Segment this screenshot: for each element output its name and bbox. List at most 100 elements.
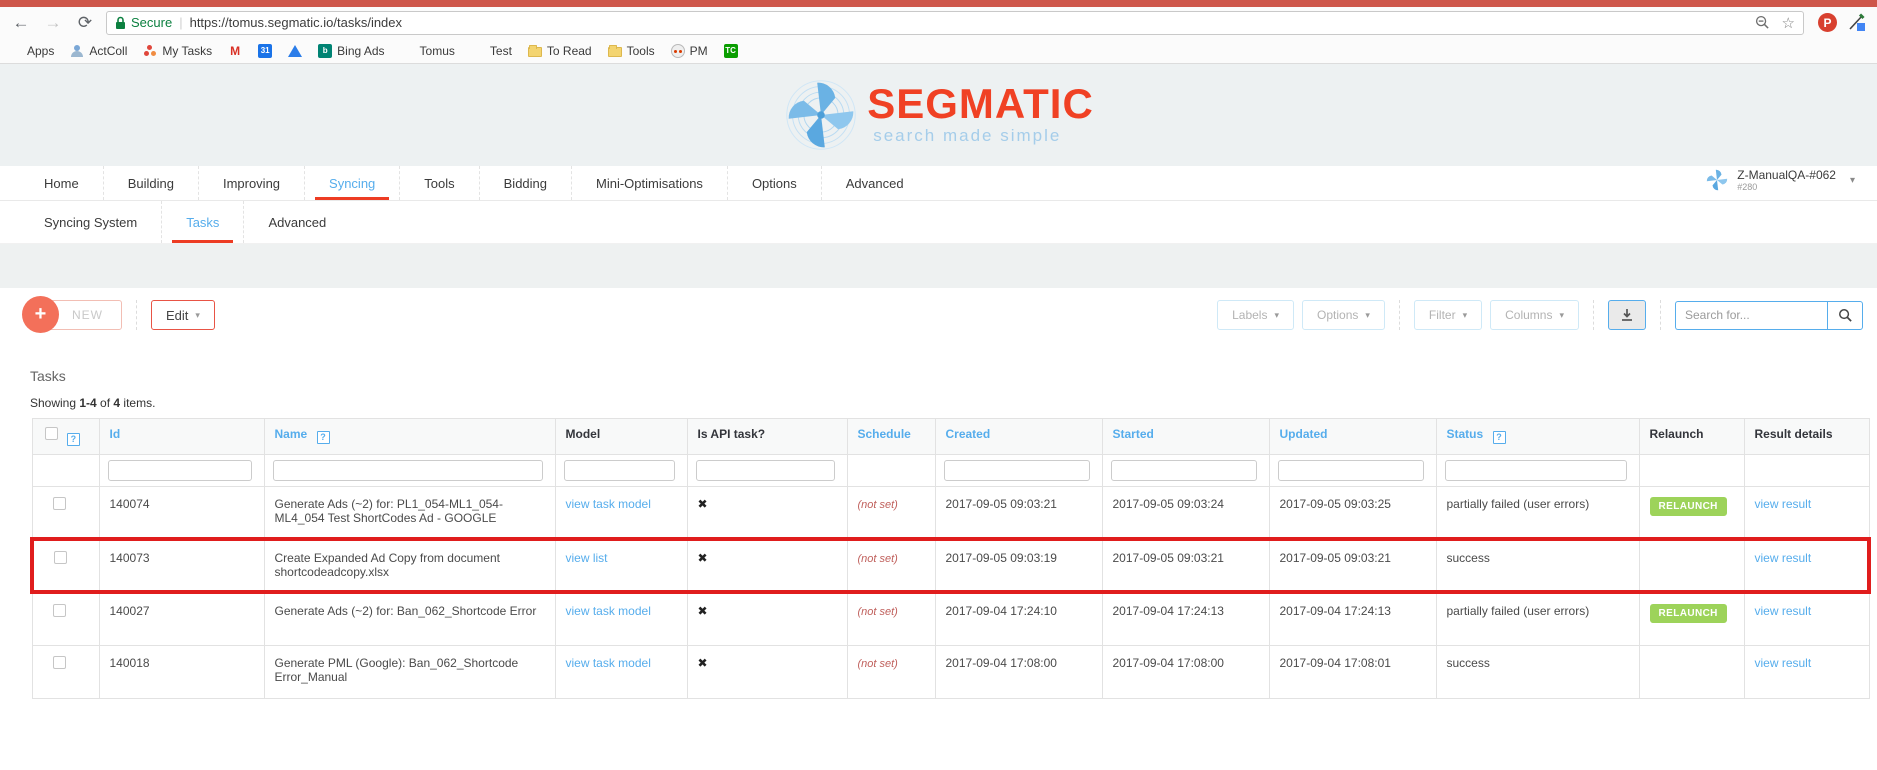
- column-header-created[interactable]: Created: [934, 418, 1103, 455]
- tab-improving[interactable]: Improving: [197, 166, 304, 200]
- row-checkbox[interactable]: [54, 551, 67, 564]
- tab-syncing[interactable]: Syncing: [304, 166, 399, 200]
- address-bar[interactable]: Secure | https://tomus.segmatic.io/tasks…: [106, 10, 1804, 35]
- subtab-tasks[interactable]: Tasks: [161, 201, 243, 243]
- tab-building[interactable]: Building: [102, 166, 198, 200]
- edit-button[interactable]: Edit ▾: [151, 300, 215, 330]
- tab-advanced[interactable]: Advanced: [820, 166, 928, 200]
- back-icon[interactable]: ←: [10, 13, 32, 33]
- user-avatar-pinwheel-icon: [1707, 169, 1728, 191]
- bookmark-gmail[interactable]: M: [228, 44, 242, 58]
- tab-bidding[interactable]: Bidding: [478, 166, 571, 200]
- filter-input-status[interactable]: [1444, 459, 1627, 481]
- column-header-status[interactable]: Status ?: [1435, 418, 1640, 455]
- select-all-checkbox[interactable]: [44, 427, 58, 440]
- zoom-out-icon[interactable]: [1755, 15, 1770, 30]
- tab-tools[interactable]: Tools: [399, 166, 478, 200]
- bookmark-star-icon[interactable]: ☆: [1782, 14, 1795, 32]
- reddit-favicon: [670, 43, 685, 58]
- tab-options[interactable]: Options: [726, 166, 821, 200]
- bookmark-tomus[interactable]: Tomus: [401, 44, 455, 58]
- cell-started: 2017-09-05 09:03:24: [1101, 485, 1270, 540]
- view-task-model-link[interactable]: view task model: [566, 656, 651, 670]
- filter-input-updated[interactable]: [1277, 459, 1424, 481]
- options-button[interactable]: Options ▾: [1302, 300, 1385, 330]
- colorpicker-extension-icon[interactable]: [1847, 12, 1867, 33]
- secure-chip[interactable]: Secure: [115, 15, 172, 30]
- tab-mini-optimisations[interactable]: Mini-Optimisations: [571, 166, 727, 200]
- row-checkbox[interactable]: [52, 496, 66, 510]
- new-plus-icon[interactable]: +: [22, 296, 59, 333]
- columns-button[interactable]: Columns ▾: [1490, 300, 1579, 330]
- help-icon[interactable]: ?: [316, 430, 330, 444]
- view-task-model-link[interactable]: view task model: [566, 497, 651, 511]
- header-row: ? Id Name ? Model Is API task? Schedule …: [31, 418, 1870, 455]
- filter-input-created[interactable]: [943, 459, 1090, 481]
- help-icon[interactable]: ?: [1492, 430, 1506, 444]
- chevron-down-icon: ▾: [1849, 174, 1855, 186]
- cell-name: Generate PML (Google): Ban_062_Shortcode…: [263, 644, 556, 699]
- filter-input-started[interactable]: [1110, 459, 1257, 481]
- select-all-header: ?: [31, 418, 100, 455]
- bookmark-label: Bing Ads: [337, 43, 385, 58]
- bookmark-triangle[interactable]: [288, 44, 303, 58]
- user-menu[interactable]: Z-ManualQA-#062 #280 ▾: [1705, 168, 1855, 192]
- help-icon[interactable]: ?: [66, 432, 80, 446]
- filter-input-is-api[interactable]: [695, 459, 835, 481]
- cell-schedule: (not set): [857, 606, 898, 618]
- bookmark-my-tasks[interactable]: My Tasks: [143, 44, 212, 58]
- column-header-schedule[interactable]: Schedule: [846, 418, 936, 455]
- row-checkbox[interactable]: [52, 655, 66, 669]
- view-result-link[interactable]: view result: [1755, 497, 1812, 511]
- view-list-link[interactable]: view list: [566, 551, 608, 565]
- cell-id: 140073: [98, 537, 265, 594]
- subtab-advanced[interactable]: Advanced: [243, 201, 350, 243]
- bookmark-to-read[interactable]: To Read: [527, 44, 592, 58]
- bookmark-actcoll[interactable]: ActColl: [70, 44, 127, 58]
- row-checkbox[interactable]: [52, 604, 66, 617]
- summary-text: of: [96, 396, 114, 410]
- column-header-name[interactable]: Name ?: [263, 418, 556, 455]
- subtab-syncing-system[interactable]: Syncing System: [20, 201, 161, 243]
- column-header-updated[interactable]: Updated: [1268, 418, 1437, 455]
- search-button[interactable]: [1827, 300, 1863, 330]
- view-result-link[interactable]: view result: [1755, 604, 1812, 618]
- pocket-extension-icon[interactable]: P: [1818, 13, 1837, 32]
- bookmark-tc[interactable]: TC: [723, 43, 738, 58]
- search-input[interactable]: [1675, 300, 1827, 330]
- column-header-result: Result details: [1743, 418, 1870, 455]
- view-task-model-link[interactable]: view task model: [566, 604, 651, 618]
- table-row: 140074 Generate Ads (~2) for: PL1_054-ML…: [31, 485, 1870, 540]
- filter-input-id[interactable]: [107, 459, 252, 481]
- bookmark-bing-ads[interactable]: b Bing Ads: [318, 43, 385, 58]
- relaunch-button[interactable]: RELAUNCH: [1649, 496, 1727, 516]
- column-header-started[interactable]: Started: [1101, 418, 1270, 455]
- filter-input-name[interactable]: [272, 459, 543, 481]
- bookmark-tools[interactable]: Tools: [607, 44, 655, 58]
- filter-row: [31, 453, 1870, 487]
- filter-input-model[interactable]: [563, 459, 675, 481]
- filter-button[interactable]: Filter ▾: [1413, 300, 1483, 330]
- bookmark-apps[interactable]: Apps: [8, 44, 54, 58]
- bookmark-pm[interactable]: PM: [670, 43, 708, 58]
- relaunch-button[interactable]: RELAUNCH: [1649, 604, 1727, 623]
- download-button[interactable]: [1608, 300, 1646, 330]
- folder-icon: [607, 45, 622, 57]
- bookmark-label: Test: [489, 43, 512, 58]
- refresh-icon[interactable]: ⟳: [74, 13, 96, 33]
- bookmark-test[interactable]: Test: [471, 44, 512, 58]
- tab-home[interactable]: Home: [20, 166, 103, 200]
- view-result-link[interactable]: view result: [1755, 551, 1812, 565]
- bookmark-calendar[interactable]: 31: [258, 43, 273, 58]
- url-text[interactable]: https://tomus.segmatic.io/tasks/index: [190, 15, 1748, 30]
- browser-theme-strip: [0, 0, 1877, 7]
- dots-favicon: [143, 44, 157, 58]
- view-result-link[interactable]: view result: [1755, 656, 1812, 670]
- page-title: Tasks: [30, 368, 66, 384]
- labels-button[interactable]: Labels ▾: [1217, 300, 1295, 330]
- column-header-id[interactable]: Id: [98, 418, 265, 455]
- browser-toolbar: ← → ⟳ Secure | https://tomus.segmatic.io…: [0, 7, 1877, 38]
- summary-text: Showing: [30, 396, 80, 410]
- folder-icon: [527, 45, 542, 57]
- cell-schedule: (not set): [857, 553, 898, 565]
